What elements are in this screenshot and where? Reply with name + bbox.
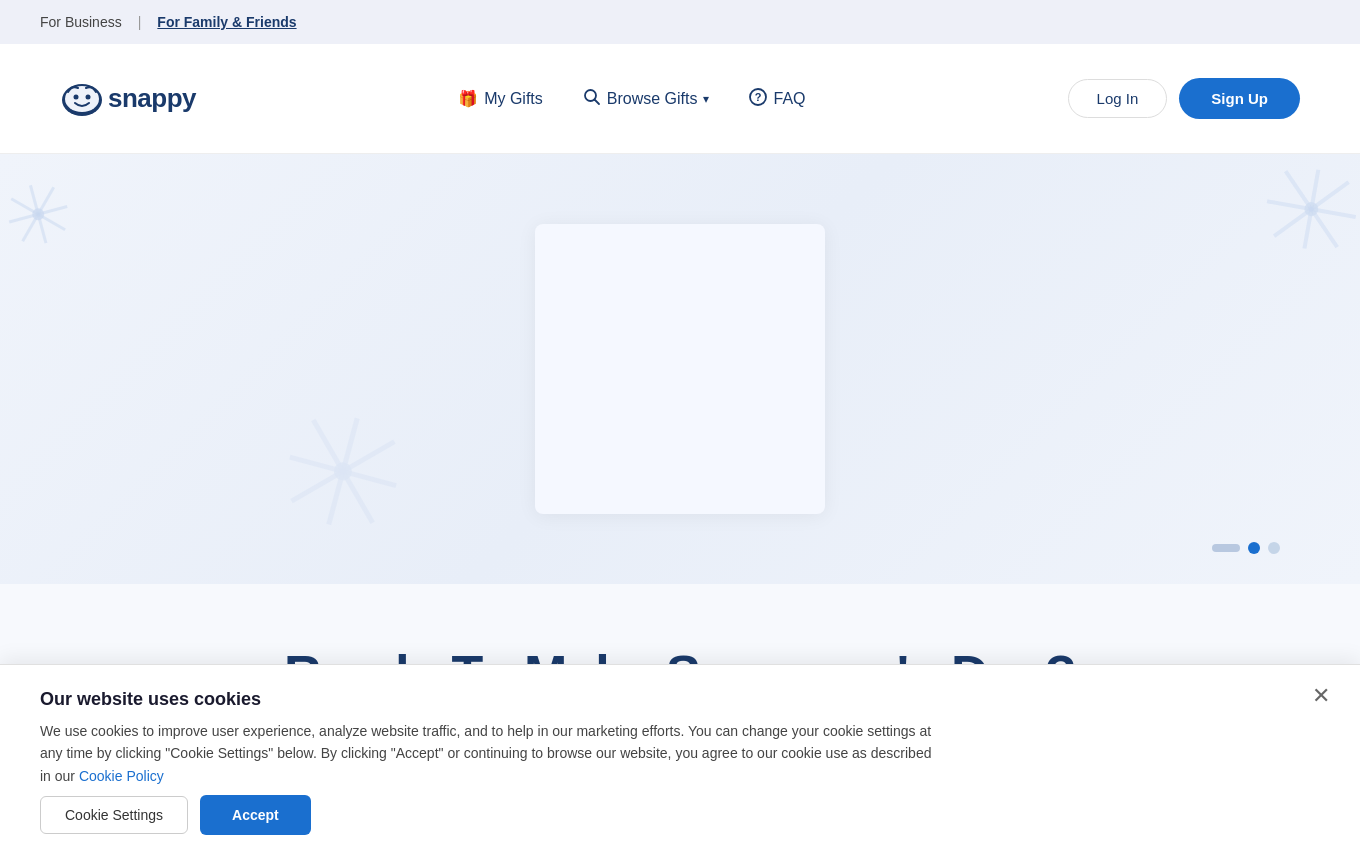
snowflake-top-left: [0, 165, 91, 277]
snappy-icon: [60, 80, 104, 118]
nav-actions: Log In Sign Up: [1068, 78, 1300, 119]
nav-links: 🎁 My Gifts Browse Gifts ▾ ? FAQ: [458, 88, 805, 110]
logo: snappy: [60, 80, 196, 118]
navbar: snappy 🎁 My Gifts Browse Gifts ▾ ?: [0, 44, 1360, 154]
svg-line-22: [292, 420, 395, 523]
browse-gifts-link[interactable]: Browse Gifts ▾: [583, 88, 710, 110]
svg-point-2: [74, 94, 79, 99]
cookie-banner: ✕ Our website uses cookies We use cookie…: [0, 664, 1360, 859]
faq-label: FAQ: [773, 90, 805, 108]
my-gifts-link[interactable]: 🎁 My Gifts: [458, 89, 543, 108]
logo-text: snappy: [108, 83, 196, 114]
cookie-accept-button[interactable]: Accept: [200, 795, 311, 835]
faq-link[interactable]: ? FAQ: [749, 88, 805, 110]
cookie-text: We use cookies to improve user experienc…: [40, 723, 931, 784]
cookie-close-button[interactable]: ✕: [1312, 685, 1330, 707]
snowflake-bottom-left: [264, 398, 417, 567]
dot-1[interactable]: [1212, 544, 1240, 552]
dot-2[interactable]: [1248, 542, 1260, 554]
top-bar: For Business | For Family & Friends: [0, 0, 1360, 44]
snowflake-top-right: [1252, 156, 1360, 278]
chevron-down-icon: ▾: [703, 92, 709, 106]
cookie-body: We use cookies to improve user experienc…: [40, 720, 940, 787]
cookie-settings-button[interactable]: Cookie Settings: [40, 796, 188, 834]
svg-line-5: [594, 99, 599, 104]
top-bar-divider: |: [138, 14, 142, 30]
cookie-title: Our website uses cookies: [40, 689, 1320, 710]
svg-line-12: [11, 187, 65, 241]
cookie-policy-link[interactable]: Cookie Policy: [79, 768, 164, 784]
gift-icon: 🎁: [458, 89, 478, 108]
hero-card: [535, 224, 825, 514]
for-family-link[interactable]: For Family & Friends: [157, 14, 296, 30]
carousel-dots: [1212, 542, 1280, 554]
svg-text:?: ?: [755, 91, 762, 103]
question-icon: ?: [749, 88, 767, 110]
svg-point-3: [86, 94, 91, 99]
search-icon: [583, 88, 601, 110]
my-gifts-label: My Gifts: [484, 90, 543, 108]
login-button[interactable]: Log In: [1068, 79, 1168, 118]
signup-button[interactable]: Sign Up: [1179, 78, 1300, 119]
for-business-link[interactable]: For Business: [40, 14, 122, 30]
logo-link[interactable]: snappy: [60, 80, 196, 118]
cookie-actions: Cookie Settings Accept: [40, 795, 1320, 835]
dot-3[interactable]: [1268, 542, 1280, 554]
hero-section: [0, 154, 1360, 584]
browse-gifts-label: Browse Gifts: [607, 90, 698, 108]
svg-line-17: [1274, 171, 1348, 247]
